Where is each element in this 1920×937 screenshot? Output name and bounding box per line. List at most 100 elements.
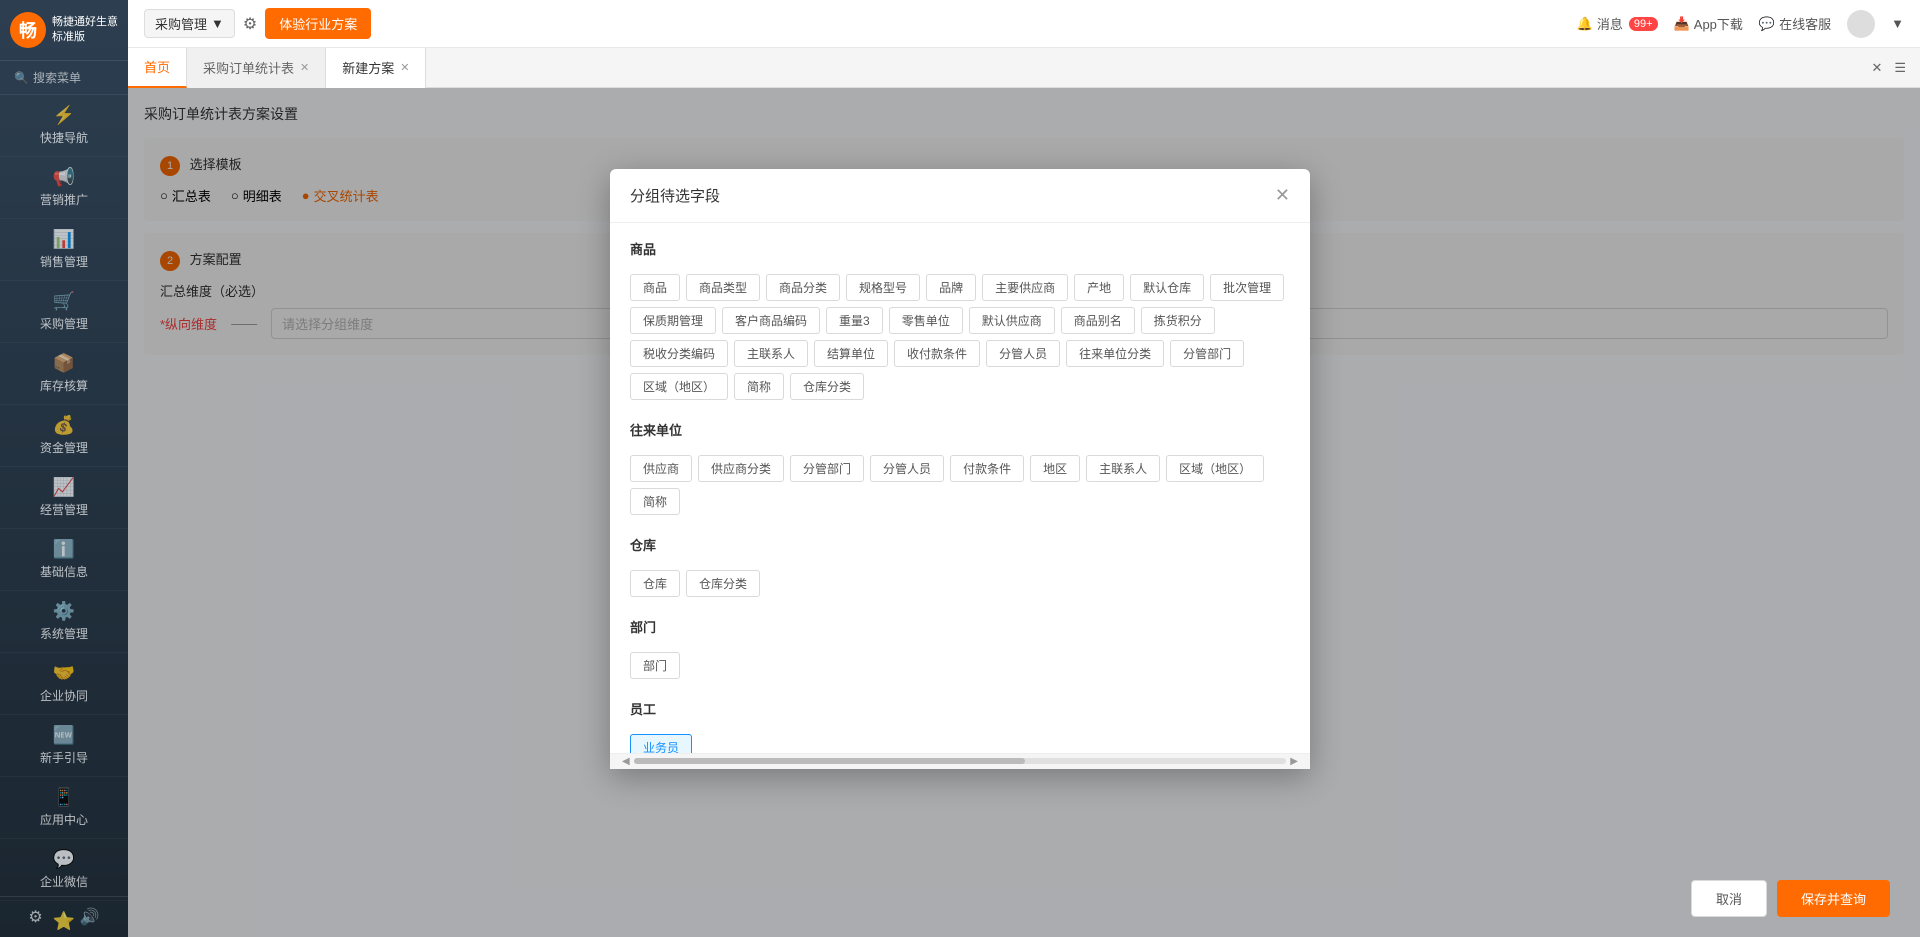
tab-menu-btn[interactable]: ☰ xyxy=(1890,56,1910,80)
field-tag[interactable]: 保质期管理 xyxy=(630,307,716,334)
sidebar: 畅 畅捷通好生意 标准版 🔍 搜索菜单 ⚡ 快捷导航 📢 营销推广 📊 销售管理… xyxy=(0,0,128,937)
hscroll-right-btn[interactable]: ▶ xyxy=(1286,756,1302,767)
cancel-button[interactable]: 取消 xyxy=(1691,880,1767,917)
modal-field-select: 分组待选字段 ✕ 商品 商品 商品类型 商品分类 规格型号 品牌 主要供应商 产… xyxy=(610,169,1310,769)
sidebar-item-inventory[interactable]: 📦 库存核算 xyxy=(0,343,128,405)
field-tag[interactable]: 分管部门 xyxy=(1170,340,1244,367)
section-employee: 员工 业务员 xyxy=(630,699,1290,753)
field-tag[interactable]: 商品类型 xyxy=(686,274,760,301)
field-tag[interactable]: 商品别名 xyxy=(1061,307,1135,334)
section-department-fields: 部门 xyxy=(630,652,1290,679)
field-tag[interactable]: 区域（地区） xyxy=(630,373,728,400)
modal-hscrollbar[interactable]: ◀ ▶ xyxy=(610,753,1310,769)
tab-purchase-stats-close[interactable]: ✕ xyxy=(300,61,309,74)
online-service-item[interactable]: 💬 在线客服 xyxy=(1759,14,1831,33)
modal-header: 分组待选字段 ✕ xyxy=(610,169,1310,223)
sidebar-search[interactable]: 🔍 搜索菜单 xyxy=(0,61,128,95)
sidebar-item-base-info[interactable]: ℹ️ 基础信息 xyxy=(0,529,128,591)
modal-footer-buttons: 取消 保存并查询 xyxy=(1691,880,1890,917)
user-dropdown-icon[interactable]: ▼ xyxy=(1891,16,1904,31)
inventory-icon: 📦 xyxy=(53,353,75,374)
tab-home[interactable]: 首页 xyxy=(128,48,187,88)
sidebar-item-sales[interactable]: 📊 销售管理 xyxy=(0,219,128,281)
modal-close-btn[interactable]: ✕ xyxy=(1275,185,1290,206)
sidebar-item-app-center[interactable]: 📱 应用中心 xyxy=(0,777,128,839)
field-tag[interactable]: 简称 xyxy=(630,488,680,515)
field-tag[interactable]: 默认仓库 xyxy=(1130,274,1204,301)
sidebar-logo: 畅 畅捷通好生意 标准版 xyxy=(0,0,128,61)
field-tag[interactable]: 客户商品编码 xyxy=(722,307,820,334)
sidebar-item-new-guide[interactable]: 🆕 新手引导 xyxy=(0,715,128,777)
field-tag[interactable]: 收付款条件 xyxy=(894,340,980,367)
hscroll-left-btn[interactable]: ◀ xyxy=(618,756,634,767)
sidebar-item-enterprise-wechat[interactable]: 💬 企业微信 xyxy=(0,839,128,901)
field-tag[interactable]: 重量3 xyxy=(826,307,883,334)
user-avatar[interactable] xyxy=(1847,10,1875,38)
service-icon: 💬 xyxy=(1759,16,1775,32)
field-tag[interactable]: 地区 xyxy=(1030,455,1080,482)
tab-new-plan[interactable]: 新建方案 ✕ xyxy=(326,48,426,88)
field-tag[interactable]: 产地 xyxy=(1074,274,1124,301)
section-warehouse-title: 仓库 xyxy=(630,535,1290,560)
field-tag[interactable]: 结算单位 xyxy=(814,340,888,367)
nav-tabs-controls: ✕ ☰ xyxy=(1867,56,1920,80)
topbar: 采购管理 ▼ ⚙ 体验行业方案 🔔 消息 99+ 📥 App下载 💬 在线客服 … xyxy=(128,0,1920,48)
app-download-item[interactable]: 📥 App下载 xyxy=(1674,14,1743,33)
field-tag[interactable]: 分管部门 xyxy=(790,455,864,482)
field-tag[interactable]: 部门 xyxy=(630,652,680,679)
marketing-icon: 📢 xyxy=(53,167,75,188)
field-tag[interactable]: 税收分类编码 xyxy=(630,340,728,367)
field-tag[interactable]: 分管人员 xyxy=(870,455,944,482)
section-goods-title: 商品 xyxy=(630,239,1290,264)
field-tag[interactable]: 付款条件 xyxy=(950,455,1024,482)
field-tag[interactable]: 拣货积分 xyxy=(1141,307,1215,334)
field-tag[interactable]: 主要供应商 xyxy=(982,274,1068,301)
field-tag[interactable]: 供应商分类 xyxy=(698,455,784,482)
sidebar-item-quick-nav[interactable]: ⚡ 快捷导航 xyxy=(0,95,128,157)
tab-close-all-btn[interactable]: ✕ xyxy=(1867,56,1886,80)
save-button[interactable]: 保存并查询 xyxy=(1777,880,1890,917)
field-tag[interactable]: 区域（地区） xyxy=(1166,455,1264,482)
sidebar-item-marketing[interactable]: 📢 营销推广 xyxy=(0,157,128,219)
sidebar-item-finance[interactable]: 💰 资金管理 xyxy=(0,405,128,467)
field-tag[interactable]: 主联系人 xyxy=(1086,455,1160,482)
hscroll-track[interactable] xyxy=(634,758,1287,764)
field-tag[interactable]: 商品 xyxy=(630,274,680,301)
settings-bottom-btn[interactable]: ⚙ xyxy=(28,907,42,927)
section-dept-title: 部门 xyxy=(630,617,1290,642)
field-tag[interactable]: 默认供应商 xyxy=(969,307,1055,334)
sidebar-item-purchase[interactable]: 🛒 采购管理 xyxy=(0,281,128,343)
field-tag[interactable]: 简称 xyxy=(734,373,784,400)
field-tag[interactable]: 商品分类 xyxy=(766,274,840,301)
sidebar-item-system[interactable]: ⚙️ 系统管理 xyxy=(0,591,128,653)
field-tag[interactable]: 品牌 xyxy=(926,274,976,301)
field-tag[interactable]: 仓库分类 xyxy=(790,373,864,400)
field-tag[interactable]: 仓库 xyxy=(630,570,680,597)
enterprise-coop-icon: 🤝 xyxy=(53,663,75,684)
topbar-breadcrumb[interactable]: 采购管理 ▼ xyxy=(144,9,235,38)
operations-icon: 📈 xyxy=(53,477,75,498)
sidebar-item-operations[interactable]: 📈 经营管理 xyxy=(0,467,128,529)
field-tag-employee[interactable]: 业务员 xyxy=(630,734,692,753)
tab-purchase-stats[interactable]: 采购订单统计表 ✕ xyxy=(187,48,326,88)
topbar-settings-icon[interactable]: ⚙ xyxy=(243,14,257,34)
field-tag[interactable]: 仓库分类 xyxy=(686,570,760,597)
field-tag[interactable]: 主联系人 xyxy=(734,340,808,367)
sidebar-item-enterprise-coop[interactable]: 🤝 企业协同 xyxy=(0,653,128,715)
field-tag[interactable]: 规格型号 xyxy=(846,274,920,301)
field-tag[interactable]: 供应商 xyxy=(630,455,692,482)
section-warehouse-fields: 仓库 仓库分类 xyxy=(630,570,1290,597)
section-partner: 往来单位 供应商 供应商分类 分管部门 分管人员 付款条件 地区 主联系人 区域… xyxy=(630,420,1290,515)
field-tag[interactable]: 零售单位 xyxy=(889,307,963,334)
volume-bottom-btn[interactable]: 🔊 xyxy=(80,907,100,927)
experience-btn[interactable]: 体验行业方案 xyxy=(265,8,371,39)
field-tag[interactable]: 分管人员 xyxy=(986,340,1060,367)
field-tag[interactable]: 批次管理 xyxy=(1210,274,1284,301)
sales-icon: 📊 xyxy=(53,229,75,250)
quick-nav-icon: ⚡ xyxy=(53,105,75,126)
breadcrumb-dropdown-icon: ▼ xyxy=(211,16,224,31)
hscroll-thumb[interactable] xyxy=(634,758,1026,764)
notification-item[interactable]: 🔔 消息 99+ xyxy=(1577,14,1658,33)
field-tag[interactable]: 往来单位分类 xyxy=(1066,340,1164,367)
tab-new-plan-close[interactable]: ✕ xyxy=(400,61,409,74)
